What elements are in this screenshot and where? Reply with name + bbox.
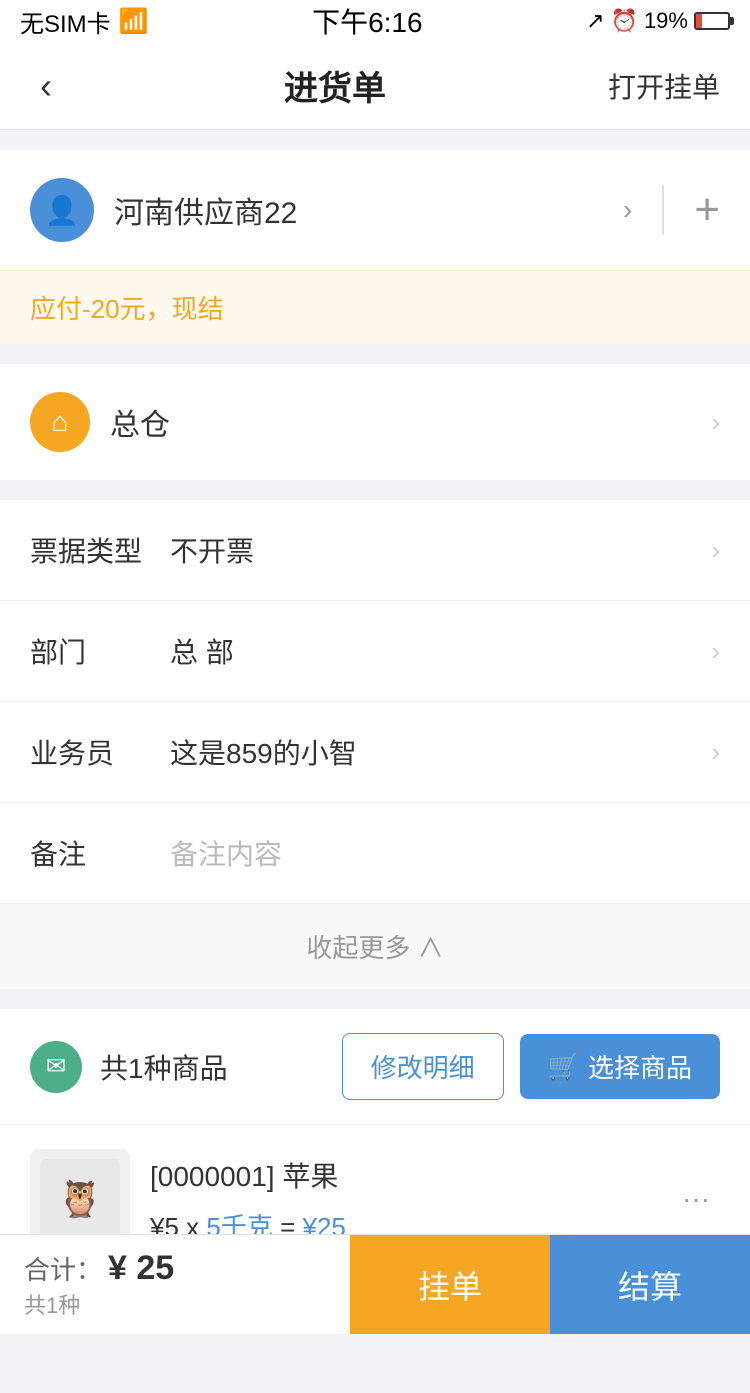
supplier-name[interactable]: 河南供应商22 — [114, 188, 623, 232]
select-product-icon: 🛒 — [548, 1051, 580, 1082]
department-row[interactable]: 部门 总 部 › — [0, 600, 750, 701]
product-title: 苹果 — [282, 1161, 338, 1192]
warehouse-row[interactable]: ⌂ 总仓 › — [0, 364, 750, 480]
supplier-avatar: 👤 — [30, 178, 94, 242]
section-gap-3 — [0, 480, 750, 500]
total-row: 合计： ¥ 25 — [24, 1249, 326, 1288]
location-icon: ↗ — [586, 8, 604, 34]
supplier-info-banner: 应付-20元，现结 — [0, 270, 750, 344]
alarm-icon: ⏰ — [611, 8, 638, 34]
product-more-button[interactable]: ··· — [672, 1173, 720, 1225]
cart-symbol: ✉ — [46, 1052, 66, 1081]
hang-button[interactable]: 挂单 — [350, 1235, 550, 1334]
form-section: 票据类型 不开票 › 部门 总 部 › 业务员 这是859的小智 › 备注 备注… — [0, 500, 750, 989]
supplier-add-button[interactable]: + — [694, 185, 720, 235]
select-product-button[interactable]: 🛒 选择商品 — [520, 1034, 720, 1099]
salesperson-label: 业务员 — [30, 732, 150, 772]
supplier-section: 👤 河南供应商22 › + 应付-20元，现结 — [0, 150, 750, 344]
status-right: ↗ ⏰ 19% — [586, 8, 730, 34]
wifi-icon: 📶 — [119, 7, 149, 36]
section-gap-4 — [0, 989, 750, 1009]
salesperson-value: 这是859的小智 — [170, 732, 711, 772]
status-left: 无SIM卡 📶 — [20, 4, 149, 39]
total-amount: ¥ 25 — [108, 1249, 174, 1288]
status-time: 下午6:16 — [312, 1, 423, 41]
supplier-arrow-icon: › — [623, 194, 632, 226]
product-name: [0000001] 苹果 — [150, 1155, 672, 1195]
warehouse-arrow-icon: › — [711, 407, 720, 438]
remark-label: 备注 — [30, 833, 150, 873]
supplier-avatar-icon: 👤 — [45, 194, 80, 227]
invoice-type-label: 票据类型 — [30, 530, 150, 570]
salesperson-row[interactable]: 业务员 这是859的小智 › — [0, 701, 750, 802]
invoice-type-row[interactable]: 票据类型 不开票 › — [0, 500, 750, 600]
status-bar: 无SIM卡 📶 下午6:16 ↗ ⏰ 19% — [0, 0, 750, 42]
department-arrow: › — [711, 636, 720, 667]
modify-detail-button[interactable]: 修改明细 — [342, 1033, 504, 1100]
bottom-bar: 合计： ¥ 25 共1种 挂单 结算 — [0, 1234, 750, 1334]
product-code: [0000001] — [150, 1161, 282, 1192]
warehouse-section: ⌂ 总仓 › — [0, 364, 750, 480]
warehouse-name: 总仓 — [110, 400, 711, 444]
back-button[interactable]: ‹ — [30, 55, 62, 117]
salesperson-arrow: › — [711, 737, 720, 768]
product-thumb-inner: 🦉 — [40, 1159, 120, 1239]
warehouse-symbol: ⌂ — [52, 406, 69, 438]
remark-row[interactable]: 备注 备注内容 — [0, 802, 750, 903]
department-label: 部门 — [30, 631, 150, 671]
page-title: 进货单 — [284, 61, 386, 110]
invoice-type-value: 不开票 — [170, 530, 711, 570]
total-section: 合计： ¥ 25 共1种 — [0, 1235, 350, 1334]
invoice-type-arrow: › — [711, 535, 720, 566]
section-gap-2 — [0, 344, 750, 364]
remark-input[interactable]: 备注内容 — [170, 833, 720, 873]
product-owl-icon: 🦉 — [58, 1178, 103, 1220]
total-count: 共1种 — [24, 1288, 326, 1320]
product-count-label: 共1种商品 — [100, 1047, 342, 1087]
supplier-row: 👤 河南供应商22 › + — [0, 150, 750, 270]
supplier-divider — [662, 185, 664, 235]
settle-button[interactable]: 结算 — [550, 1235, 750, 1334]
collapse-button[interactable]: 收起更多 ∧ — [0, 903, 750, 989]
total-label: 合计： — [24, 1250, 102, 1287]
section-gap-1 — [0, 130, 750, 150]
product-header: ✉ 共1种商品 修改明细 🛒 选择商品 — [0, 1009, 750, 1124]
warehouse-icon: ⌂ — [30, 392, 90, 452]
carrier-text: 无SIM卡 — [20, 4, 111, 39]
product-count-icon: ✉ — [30, 1041, 82, 1093]
product-info: [0000001] 苹果 ¥5 x 5千克 = ¥25 — [150, 1155, 672, 1244]
battery-icon — [694, 12, 730, 30]
open-pending-button[interactable]: 打开挂单 — [608, 66, 720, 106]
department-value: 总 部 — [170, 631, 711, 671]
battery-fill — [696, 14, 702, 28]
select-product-label: 选择商品 — [588, 1048, 692, 1085]
nav-bar: ‹ 进货单 打开挂单 — [0, 42, 750, 130]
battery-text: 19% — [644, 8, 688, 34]
